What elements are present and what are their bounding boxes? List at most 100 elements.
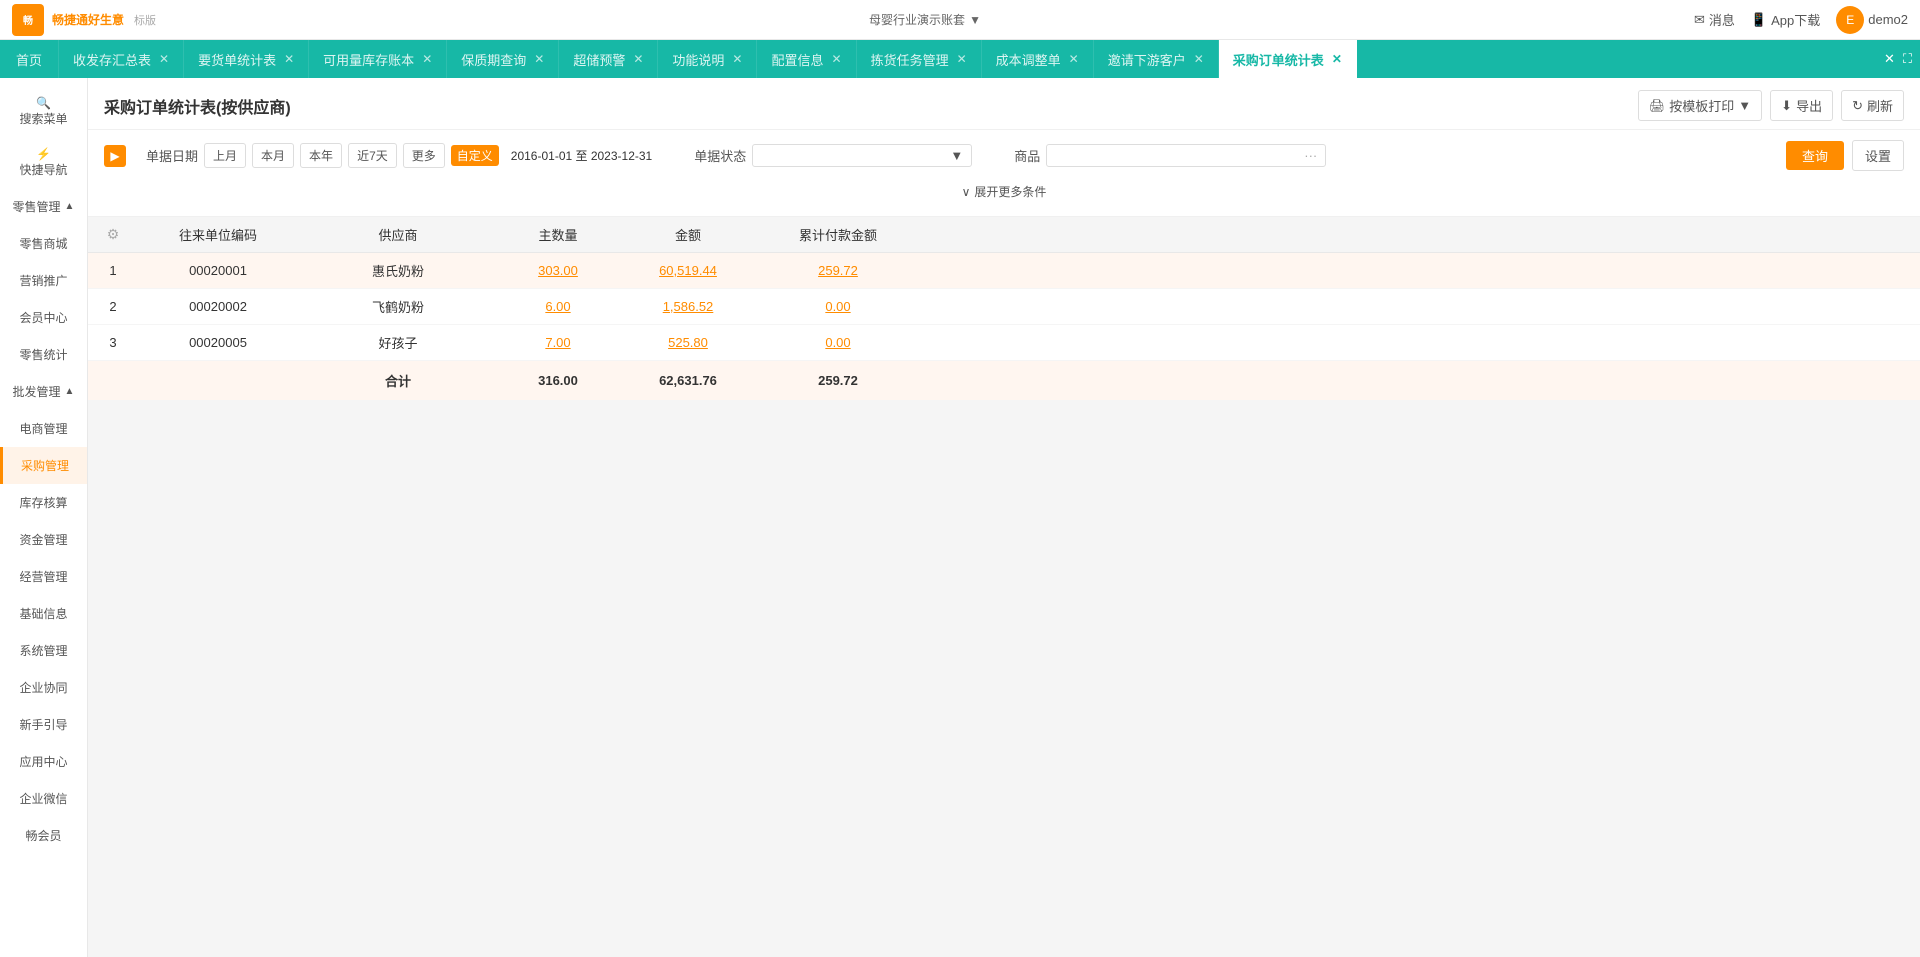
row-2-qty[interactable]: 6.00	[498, 289, 618, 325]
sidebar-item-members[interactable]: 会员中心	[0, 299, 87, 336]
tab-11-close[interactable]: ✕	[1332, 52, 1342, 66]
basic-info-label: 基础信息	[19, 607, 67, 621]
settings-button[interactable]: 设置	[1852, 140, 1904, 171]
logo-icon: 畅	[12, 4, 44, 36]
row-3-amount[interactable]: 525.80	[618, 325, 758, 361]
tab-3[interactable]: 可用量库存账本 ✕	[309, 40, 447, 78]
sidebar-item-inventory[interactable]: 库存核算	[0, 484, 87, 521]
workspace-name: 母婴行业演示账套	[869, 11, 965, 28]
tab-11[interactable]: 采购订单统计表 ✕	[1219, 40, 1357, 78]
row-3-paid[interactable]: 0.00	[758, 325, 918, 361]
row-2-amount[interactable]: 1,586.52	[618, 289, 758, 325]
tab-8-close[interactable]: ✕	[957, 52, 967, 66]
row-2-paid[interactable]: 0.00	[758, 289, 918, 325]
tab-7-label: 配置信息	[771, 50, 823, 69]
date-btn-this-year[interactable]: 本年	[300, 143, 342, 168]
date-btn-7days[interactable]: 近7天	[348, 143, 397, 168]
user-profile[interactable]: E demo2	[1836, 6, 1908, 34]
tab-2[interactable]: 要货单统计表 ✕	[184, 40, 309, 78]
date-btn-this-month[interactable]: 本月	[252, 143, 294, 168]
tab-3-close[interactable]: ✕	[422, 52, 432, 66]
sidebar-item-operations[interactable]: 经营管理	[0, 558, 87, 595]
svg-text:畅: 畅	[23, 14, 33, 27]
goods-input-more[interactable]: ···	[1304, 148, 1317, 163]
row-3-qty[interactable]: 7.00	[498, 325, 618, 361]
tab-6-close[interactable]: ✕	[732, 52, 742, 66]
print-button[interactable]: 🖨 按模板打印 ▼	[1638, 90, 1762, 121]
filter-date-item: 单据日期 上月 本月 本年 近7天 更多 自定义	[146, 143, 499, 168]
tab-7-close[interactable]: ✕	[832, 52, 842, 66]
export-button[interactable]: ⬇ 导出	[1770, 90, 1833, 121]
tab-4-close[interactable]: ✕	[534, 52, 544, 66]
tab-home[interactable]: 首页	[0, 40, 59, 78]
refresh-label: 刷新	[1867, 96, 1893, 115]
tab-5[interactable]: 超储预警 ✕	[559, 40, 658, 78]
sidebar-item-system[interactable]: 系统管理	[0, 632, 87, 669]
close-tab-icon[interactable]: ✕	[1884, 51, 1895, 67]
tab-7[interactable]: 配置信息 ✕	[757, 40, 856, 78]
row-2-extra	[918, 289, 1920, 325]
row-1-code: 00020001	[138, 253, 298, 289]
app-download-label: App下载	[1771, 10, 1820, 29]
sidebar-item-retail-shop[interactable]: 零售商城	[0, 225, 87, 262]
main-content: 采购订单统计表(按供应商) 🖨 按模板打印 ▼ ⬇ 导出 ↻ 刷新	[88, 78, 1920, 957]
tab-2-close[interactable]: ✕	[284, 52, 294, 66]
row-1-qty[interactable]: 303.00	[498, 253, 618, 289]
sidebar-item-app-center[interactable]: 应用中心	[0, 743, 87, 780]
print-label: 按模板打印	[1669, 96, 1734, 115]
sidebar-item-newbie[interactable]: 新手引导	[0, 706, 87, 743]
sidebar-item-enterprise[interactable]: 企业协同	[0, 669, 87, 706]
print-chevron: ▼	[1738, 98, 1751, 113]
sidebar-item-shortcut[interactable]: ⚡ 快捷导航	[0, 137, 87, 188]
col-settings[interactable]: ⚙	[88, 217, 138, 253]
sidebar-item-purchase[interactable]: 采购管理	[0, 447, 87, 484]
row-1-paid[interactable]: 259.72	[758, 253, 918, 289]
tab-8[interactable]: 拣货任务管理 ✕	[857, 40, 982, 78]
search-button[interactable]: 查询	[1786, 141, 1844, 170]
filter-area: ▶ 单据日期 上月 本月 本年 近7天 更多 自定义 2016-01-01 至 …	[88, 130, 1920, 217]
settings-icon[interactable]: ⚙	[107, 226, 120, 242]
tab-9[interactable]: 成本调整单 ✕	[982, 40, 1094, 78]
sidebar-item-basic-info[interactable]: 基础信息	[0, 595, 87, 632]
refresh-button[interactable]: ↻ 刷新	[1841, 90, 1904, 121]
sidebar-item-ecommerce[interactable]: 电商管理	[0, 410, 87, 447]
footer-label: 合计	[298, 361, 498, 401]
date-btn-more[interactable]: 更多	[403, 143, 445, 168]
workspace-selector[interactable]: 母婴行业演示账套 ▼	[869, 11, 981, 28]
filter-toggle[interactable]: ▶	[104, 145, 126, 167]
col-header-paid: 累计付款金额	[758, 217, 918, 253]
row-1-amount[interactable]: 60,519.44	[618, 253, 758, 289]
tab-10[interactable]: 邀请下游客户 ✕	[1094, 40, 1219, 78]
tab-4[interactable]: 保质期查询 ✕	[447, 40, 559, 78]
sidebar-item-member-plus[interactable]: 畅会员	[0, 817, 87, 854]
col-header-amount: 金额	[618, 217, 758, 253]
status-select[interactable]: ▼	[752, 144, 972, 167]
goods-input[interactable]: ···	[1046, 144, 1326, 167]
row-1-index: 1	[88, 253, 138, 289]
tab-1[interactable]: 收发存汇总表 ✕	[59, 40, 184, 78]
sidebar-item-retail-mgmt[interactable]: 零售管理 ▲	[0, 188, 87, 225]
tab-10-close[interactable]: ✕	[1194, 52, 1204, 66]
app-download-button[interactable]: 📱 App下载	[1751, 10, 1820, 29]
expand-more-label: 展开更多条件	[974, 183, 1046, 200]
date-filter-label: 单据日期	[146, 146, 198, 165]
finance-label: 资金管理	[19, 533, 67, 547]
message-button[interactable]: ✉ 消息	[1694, 10, 1735, 29]
tab-5-close[interactable]: ✕	[633, 52, 643, 66]
tab-9-close[interactable]: ✕	[1069, 52, 1079, 66]
sidebar-item-wholesale[interactable]: 批发管理 ▲	[0, 373, 87, 410]
date-btn-last-month[interactable]: 上月	[204, 143, 246, 168]
wholesale-arrow: ▲	[65, 386, 75, 397]
sidebar-item-retail-stats[interactable]: 零售统计	[0, 336, 87, 373]
sidebar-item-finance[interactable]: 资金管理	[0, 521, 87, 558]
tab-6[interactable]: 功能说明 ✕	[658, 40, 757, 78]
sidebar-item-marketing[interactable]: 营销推广	[0, 262, 87, 299]
table-row: 2 00020002 飞鹤奶粉 6.00 1,586.52 0.00	[88, 289, 1920, 325]
expand-more-btn[interactable]: ∨ 展开更多条件	[104, 177, 1904, 206]
tab-1-close[interactable]: ✕	[159, 52, 169, 66]
filter-date-range-item: 2016-01-01 至 2023-12-31	[511, 147, 652, 164]
newbie-label: 新手引导	[19, 718, 67, 732]
fullscreen-icon[interactable]: ⛶	[1903, 51, 1912, 67]
sidebar-item-search[interactable]: 🔍 搜索菜单	[0, 86, 87, 137]
sidebar-item-wechat[interactable]: 企业微信	[0, 780, 87, 817]
